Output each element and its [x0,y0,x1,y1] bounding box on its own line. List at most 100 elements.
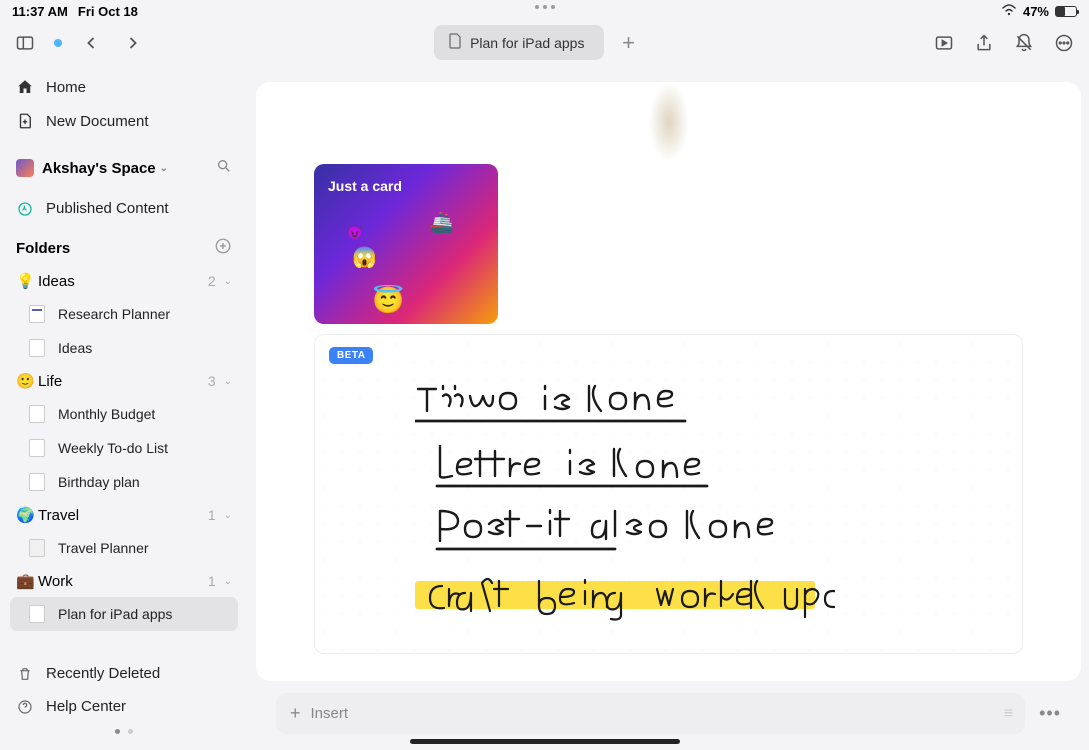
tab-title: Plan for iPad apps [470,35,584,51]
block-more-icon[interactable]: ••• [1039,703,1061,724]
share-icon[interactable] [971,30,997,56]
home-icon [16,78,34,96]
sidebar-item-label: Research Planner [58,306,170,322]
devil-emoji-icon: 😈 [346,224,363,241]
page-icon [28,339,46,357]
page-icon [28,405,46,423]
trash-icon [16,666,34,682]
sidebar-doc-plan-for-ipad-apps[interactable]: Plan for iPad apps [10,597,238,631]
folder-count: 3 [208,373,216,389]
sidebar-published-content[interactable]: Published Content [10,192,238,225]
folder-emoji-icon: 🙂 [16,372,38,390]
folder-life[interactable]: 🙂 Life 3 ⌄ [10,365,238,397]
sidebar-item-label: Ideas [58,340,92,356]
device-status-bar: 11:37 AM Fri Oct 18 47% [0,0,1089,21]
back-icon[interactable] [78,30,104,56]
sidebar-item-label: Home [46,79,86,96]
scream-emoji-icon: 😱 [352,245,377,270]
page-icon [28,439,46,457]
folder-label: Life [38,373,208,390]
sidebar-doc-monthly-budget[interactable]: Monthly Budget [10,397,238,431]
document-tab[interactable]: Plan for iPad apps [434,25,604,60]
space-name-label: Akshay's Space [42,160,156,177]
space-avatar-icon [16,159,34,177]
insert-button[interactable]: + Insert ≡ [276,693,1025,734]
sidebar-item-label: Recently Deleted [46,665,160,682]
presentation-icon[interactable] [931,30,957,56]
page-icon [28,473,46,491]
folder-ideas[interactable]: 💡 Ideas 2 ⌄ [10,265,238,297]
space-selector[interactable]: Akshay's Space ⌄ [10,148,238,188]
add-folder-button[interactable] [214,237,232,259]
halo-emoji-icon: 😇 [372,285,404,316]
sidebar-doc-research-planner[interactable]: Research Planner [10,297,238,331]
folders-label: Folders [16,240,70,257]
document-page[interactable]: Just a card 😱 😇 🚢 😈 BETA [256,82,1081,681]
published-icon [16,201,34,217]
chevron-down-icon[interactable]: ⌄ [224,276,232,287]
help-icon [16,699,34,715]
status-time: 11:37 AM [12,4,68,19]
page-icon [28,539,46,557]
handwriting-svg [415,371,835,641]
sidebar-item-label: Plan for iPad apps [58,606,172,622]
more-options-icon[interactable] [1051,30,1077,56]
new-doc-icon [16,112,34,130]
insert-label: Insert [311,705,349,722]
ship-emoji-icon: 🚢 [429,210,454,235]
sidebar-item-label: Travel Planner [58,540,149,556]
beta-badge: BETA [329,347,373,364]
sidebar: Home New Document Akshay's Space ⌄ Publi… [0,70,248,750]
sidebar-item-label: Published Content [46,200,169,217]
sidebar-help-center[interactable]: Help Center [10,690,238,723]
document-content-area: Just a card 😱 😇 🚢 😈 BETA [248,70,1089,750]
sidebar-item-label: Help Center [46,698,126,715]
embedded-card[interactable]: Just a card 😱 😇 🚢 😈 [314,164,498,324]
document-icon [448,33,462,52]
page-icon [28,605,46,623]
battery-percent: 47% [1023,4,1049,19]
folder-count: 1 [208,507,216,523]
folder-emoji-icon: 💼 [16,572,38,590]
folder-label: Ideas [38,273,208,290]
notifications-icon[interactable] [1011,30,1037,56]
search-icon[interactable] [216,158,232,178]
battery-icon [1055,6,1077,17]
sync-status-icon[interactable] [54,39,62,47]
home-indicator[interactable] [410,739,680,744]
new-tab-button[interactable]: + [614,30,643,56]
card-title: Just a card [328,178,402,194]
sidebar-recently-deleted[interactable]: Recently Deleted [10,657,238,690]
folder-emoji-icon: 💡 [16,272,38,290]
folders-header: Folders [10,225,238,265]
folder-travel[interactable]: 🌍 Travel 1 ⌄ [10,499,238,531]
chevron-down-icon[interactable]: ⌄ [224,576,232,587]
sidebar-home[interactable]: Home [10,70,238,104]
sidebar-doc-ideas[interactable]: Ideas [10,331,238,365]
drag-handle-icon[interactable]: ≡ [1004,705,1011,723]
sidebar-item-label: New Document [46,113,149,130]
folder-work[interactable]: 💼 Work 1 ⌄ [10,565,238,597]
chevron-down-icon[interactable]: ⌄ [224,376,232,387]
sidebar-doc-birthday-plan[interactable]: Birthday plan [10,465,238,499]
sidebar-new-document[interactable]: New Document [10,104,238,138]
chevron-down-icon: ⌄ [160,163,168,174]
folder-label: Travel [38,507,208,524]
page-icon [28,305,46,323]
wifi-icon [1001,4,1017,19]
folder-label: Work [38,573,208,590]
sidebar-item-label: Weekly To-do List [58,440,168,456]
sidebar-doc-travel-planner[interactable]: Travel Planner [10,531,238,565]
sidebar-item-label: Monthly Budget [58,406,155,422]
chevron-down-icon[interactable]: ⌄ [224,510,232,521]
forward-icon[interactable] [120,30,146,56]
folder-emoji-icon: 🌍 [16,506,38,524]
decorative-texture [649,82,689,162]
handwriting-block[interactable]: BETA [314,334,1023,654]
plus-icon: + [290,703,301,724]
folder-count: 1 [208,573,216,589]
sidebar-toggle-icon[interactable] [12,30,38,56]
sidebar-doc-weekly-to-do-list[interactable]: Weekly To-do List [10,431,238,465]
multitask-dots[interactable] [535,5,555,9]
sidebar-pager[interactable] [10,723,238,740]
